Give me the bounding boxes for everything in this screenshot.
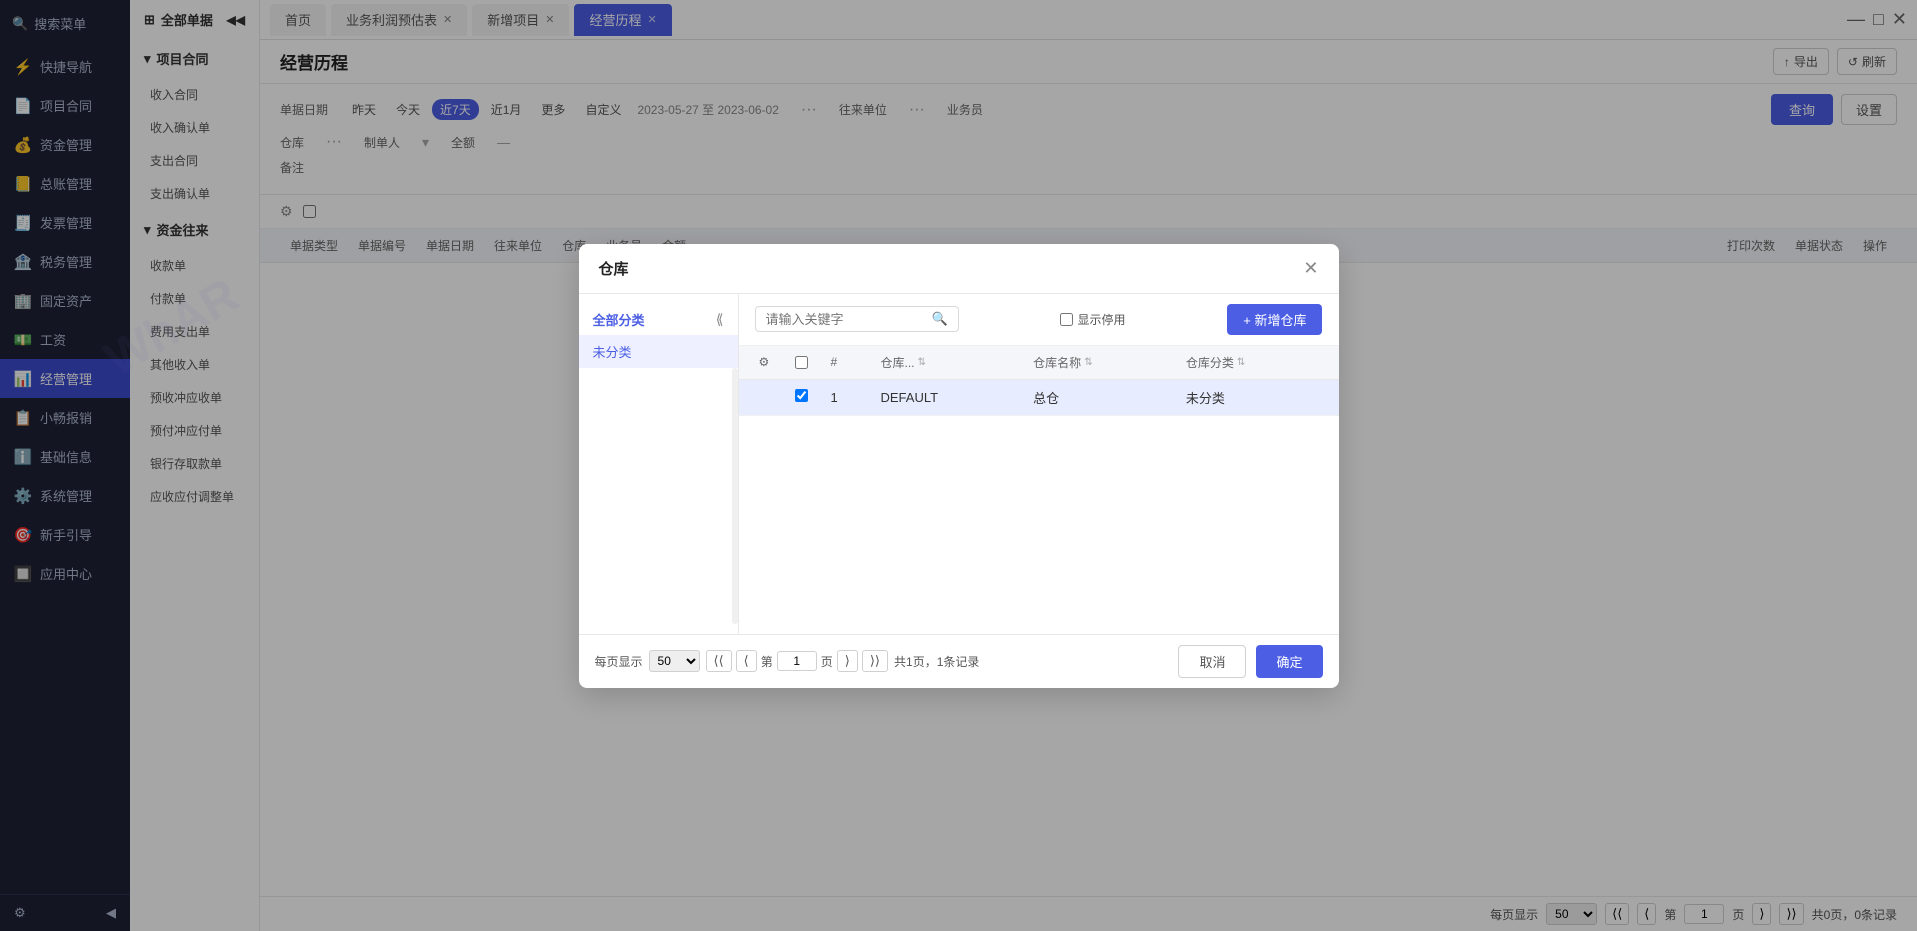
search-box: 🔍 — [755, 306, 959, 332]
modal-td-num: 1 — [821, 382, 871, 413]
modal-table-header: ⚙ # 仓库... ⇅ 仓库名称 ⇅ 仓库分类 ⇅ — [739, 346, 1339, 380]
per-page-label-modal: 每页显示 — [595, 653, 643, 670]
search-input[interactable] — [766, 312, 926, 327]
modal-first-page[interactable]: ⟨⟨ — [706, 650, 732, 672]
add-warehouse-button[interactable]: + 新增仓库 — [1227, 304, 1322, 335]
modal-row-checkbox[interactable] — [795, 389, 808, 402]
modal-td-checkbox — [785, 381, 821, 413]
all-category-label[interactable]: 全部分类 — [593, 310, 645, 329]
modal-td-category: 未分类 — [1176, 380, 1329, 415]
modal-right-toolbar: 🔍 显示停用 + 新增仓库 — [739, 294, 1339, 346]
modal-title: 仓库 — [599, 258, 629, 279]
modal-header: 仓库 ✕ — [579, 244, 1339, 294]
modal-page-input[interactable] — [777, 651, 817, 671]
modal-table-row[interactable]: 1 DEFAULT 总仓 未分类 — [739, 380, 1339, 416]
modal-close-button[interactable]: ✕ — [1303, 258, 1318, 279]
modal-select-all[interactable] — [795, 356, 808, 369]
modal-last-page[interactable]: ⟩⟩ — [862, 650, 888, 672]
modal-th-category[interactable]: 仓库分类 ⇅ — [1176, 346, 1329, 379]
show-disabled-checkbox[interactable] — [1060, 313, 1073, 326]
warehouse-modal: 仓库 ✕ 全部分类 ⟪ 未分类 — [579, 244, 1339, 688]
category-uncategorized[interactable]: 未分类 — [579, 335, 738, 368]
modal-left-panel: 全部分类 ⟪ 未分类 — [579, 294, 739, 634]
modal-td-settings — [749, 389, 785, 405]
modal-th-name[interactable]: 仓库名称 ⇅ — [1023, 346, 1176, 379]
modal-action-buttons: 取消 确定 — [1178, 645, 1322, 678]
modal-confirm-button[interactable]: 确定 — [1256, 645, 1322, 678]
modal-th-settings: ⚙ — [749, 347, 785, 377]
show-disabled-label: 显示停用 — [1077, 311, 1125, 328]
modal-left-header: 全部分类 ⟪ — [579, 304, 738, 335]
modal-total-text: 共1页，1条记录 — [894, 653, 979, 670]
show-disabled-wrap: 显示停用 — [1060, 311, 1125, 328]
modal-body: 全部分类 ⟪ 未分类 🔍 — [579, 294, 1339, 634]
modal-right-panel: 🔍 显示停用 + 新增仓库 ⚙ # 仓库... ⇅ — [739, 294, 1339, 634]
modal-page-label: 第 — [761, 653, 773, 670]
modal-th-code[interactable]: 仓库... ⇅ — [871, 346, 1024, 379]
modal-th-num: # — [821, 347, 871, 377]
modal-prev-page[interactable]: ⟨ — [736, 650, 757, 672]
modal-table: ⚙ # 仓库... ⇅ 仓库名称 ⇅ 仓库分类 ⇅ — [739, 346, 1339, 634]
modal-overlay: 仓库 ✕ 全部分类 ⟪ 未分类 — [0, 0, 1917, 931]
pagination-info: 每页显示 50 100 ⟨⟨ ⟨ 第 页 ⟩ ⟩⟩ 共1页，1条记录 — [595, 650, 980, 672]
modal-next-page[interactable]: ⟩ — [837, 650, 858, 672]
modal-td-name: 总仓 — [1023, 380, 1176, 415]
search-icon: 🔍 — [932, 311, 948, 327]
left-scrollbar[interactable] — [732, 368, 738, 624]
modal-footer: 每页显示 50 100 ⟨⟨ ⟨ 第 页 ⟩ ⟩⟩ 共1页，1条记录 取消 — [579, 634, 1339, 688]
modal-th-checkbox — [785, 348, 821, 377]
modal-collapse-icon[interactable]: ⟪ — [716, 311, 724, 328]
modal-cancel-button[interactable]: 取消 — [1178, 645, 1246, 678]
modal-page-label-end: 页 — [821, 653, 833, 670]
page-nav: ⟨⟨ ⟨ 第 页 ⟩ ⟩⟩ — [706, 650, 889, 672]
modal-td-code: DEFAULT — [871, 382, 1024, 413]
modal-per-page-select[interactable]: 50 100 — [649, 650, 700, 672]
